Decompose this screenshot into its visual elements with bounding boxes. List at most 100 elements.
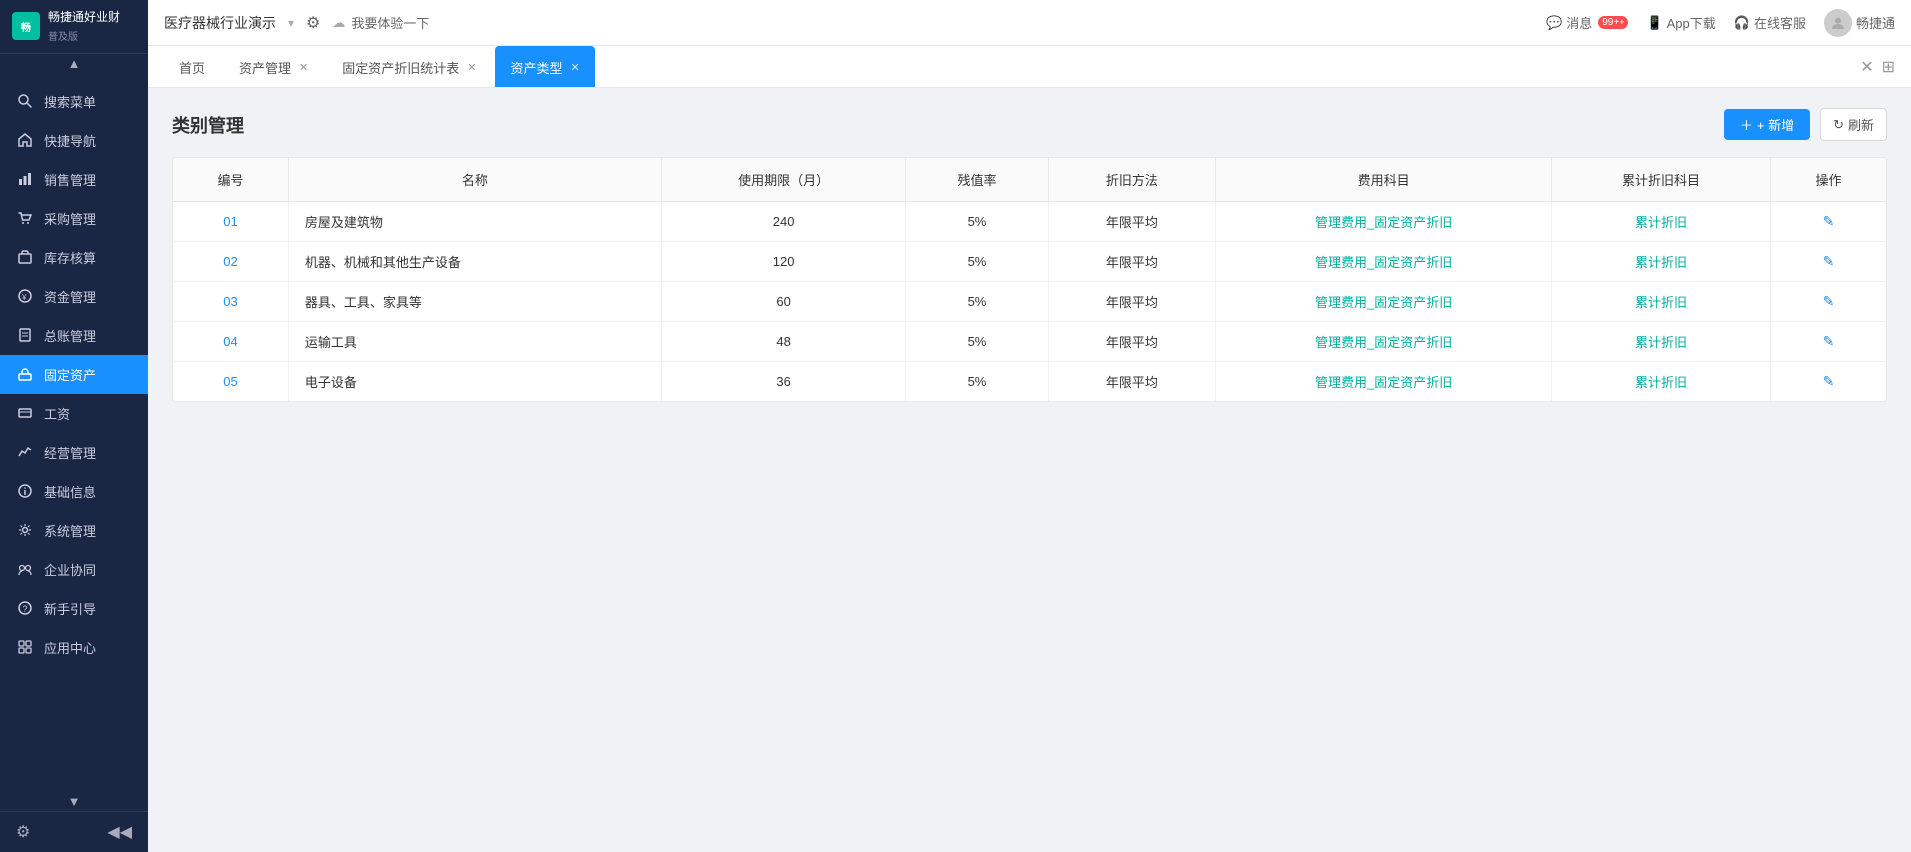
customer-service-button[interactable]: 🎧 在线客服 [1734, 13, 1806, 32]
sidebar-item-fixed-assets[interactable]: 固定资产 [0, 355, 148, 394]
cell-period-3: 48 [661, 322, 906, 362]
cell-id-2[interactable]: 03 [173, 282, 288, 322]
enterprise-icon [16, 560, 34, 578]
col-residual: 残值率 [906, 158, 1048, 202]
tab-home[interactable]: 首页 [164, 46, 220, 87]
cell-depreciation-0: 累计折旧 [1552, 202, 1771, 242]
cell-name-0: 房屋及建筑物 [288, 202, 661, 242]
module-dropdown-icon[interactable]: ▾ [288, 16, 294, 30]
sidebar-scroll-down[interactable]: ▼ [0, 791, 148, 811]
sales-icon [16, 170, 34, 188]
col-method: 折旧方法 [1048, 158, 1216, 202]
category-table: 编号 名称 使用期限（月） 残值率 折旧方法 费用科目 累计折旧科目 操作 01… [172, 157, 1887, 402]
module-settings-icon[interactable]: ⚙ [306, 13, 320, 33]
tab-asset-mgmt-close[interactable]: ✕ [299, 61, 308, 74]
fixed-assets-icon [16, 365, 34, 383]
sidebar-item-basic-info[interactable]: 基础信息 [0, 472, 148, 511]
cell-id-3[interactable]: 04 [173, 322, 288, 362]
sidebar-item-enterprise[interactable]: 企业协同 [0, 550, 148, 589]
tab-asset-type[interactable]: 资产类型 ✕ [495, 46, 594, 87]
module-title: 医疗器械行业演示 [164, 13, 276, 33]
sidebar-item-operations[interactable]: 经营管理 [0, 433, 148, 472]
table-header-row: 编号 名称 使用期限（月） 残值率 折旧方法 费用科目 累计折旧科目 操作 [173, 158, 1886, 202]
cell-residual-1: 5% [906, 242, 1048, 282]
close-tab-icon[interactable]: ✕ [1860, 57, 1873, 77]
collapse-sidebar-icon[interactable]: ◀◀ [107, 822, 132, 842]
main-content: 医疗器械行业演示 ▾ ⚙ ☁ 我要体验一下 💬 消息 99++ 📱 App下载 … [148, 0, 1911, 852]
sidebar-item-search[interactable]: 搜索菜单 [0, 82, 148, 121]
sidebar-nav: 搜索菜单 快捷导航 销售管理 采购管理 库存核算 [0, 74, 148, 791]
tab-depreciation-report[interactable]: 固定资产折旧统计表 ✕ [327, 46, 491, 87]
svg-text:¥: ¥ [21, 293, 27, 302]
sidebar-item-purchase[interactable]: 采购管理 [0, 199, 148, 238]
new-button[interactable]: ＋ + 新增 [1724, 109, 1810, 140]
table-row: 02 机器、机械和其他生产设备 120 5% 年限平均 管理费用_固定资产折旧 … [173, 242, 1886, 282]
cell-period-4: 36 [661, 362, 906, 402]
user-profile-button[interactable]: 畅捷通 [1824, 9, 1895, 37]
sidebar-item-general[interactable]: 总账管理 [0, 316, 148, 355]
cell-period-0: 240 [661, 202, 906, 242]
home-icon [16, 131, 34, 149]
cell-residual-2: 5% [906, 282, 1048, 322]
cell-depreciation-4: 累计折旧 [1552, 362, 1771, 402]
tab-asset-type-close[interactable]: ✕ [571, 61, 580, 74]
topbar: 医疗器械行业演示 ▾ ⚙ ☁ 我要体验一下 💬 消息 99++ 📱 App下载 … [148, 0, 1911, 46]
cell-expense-4: 管理费用_固定资产折旧 [1216, 362, 1552, 402]
refresh-button[interactable]: ↻ 刷新 [1820, 108, 1887, 141]
edit-icon-1[interactable]: ✎ [1823, 253, 1835, 269]
message-icon: 💬 [1546, 15, 1562, 31]
sidebar-item-quick-nav[interactable]: 快捷导航 [0, 121, 148, 160]
sidebar-item-sales[interactable]: 销售管理 [0, 160, 148, 199]
salary-icon [16, 404, 34, 422]
message-badge: 99++ [1598, 16, 1628, 29]
cell-method-2: 年限平均 [1048, 282, 1216, 322]
settings-icon[interactable]: ⚙ [16, 822, 30, 842]
sidebar-item-inventory[interactable]: 库存核算 [0, 238, 148, 277]
edit-icon-3[interactable]: ✎ [1823, 333, 1835, 349]
tabbar-actions: ✕ ⊞ [1860, 57, 1895, 77]
cell-id-1[interactable]: 02 [173, 242, 288, 282]
headset-icon: 🎧 [1734, 15, 1750, 31]
col-action: 操作 [1771, 158, 1886, 202]
table-row: 05 电子设备 36 5% 年限平均 管理费用_固定资产折旧 累计折旧 ✎ [173, 362, 1886, 402]
trial-button[interactable]: ☁ 我要体验一下 [332, 13, 429, 32]
svg-text:?: ? [23, 604, 28, 614]
cell-action-4: ✎ [1771, 362, 1886, 402]
sidebar-item-app-center[interactable]: 应用中心 [0, 628, 148, 667]
cell-method-1: 年限平均 [1048, 242, 1216, 282]
page-actions: ＋ + 新增 ↻ 刷新 [1724, 108, 1887, 141]
guide-icon: ? [16, 599, 34, 617]
cell-id-4[interactable]: 05 [173, 362, 288, 402]
cell-action-1: ✎ [1771, 242, 1886, 282]
sidebar-item-guide[interactable]: ? 新手引导 [0, 589, 148, 628]
cell-depreciation-2: 累计折旧 [1552, 282, 1771, 322]
cell-name-4: 电子设备 [288, 362, 661, 402]
app-logo-text: 畅捷通好业财 普及版 [48, 10, 120, 43]
table-row: 01 房屋及建筑物 240 5% 年限平均 管理费用_固定资产折旧 累计折旧 ✎ [173, 202, 1886, 242]
cell-residual-4: 5% [906, 362, 1048, 402]
sidebar: 畅 畅捷通好业财 普及版 ▲ 搜索菜单 快捷导航 销售管理 [0, 0, 148, 852]
edit-icon-4[interactable]: ✎ [1823, 373, 1835, 389]
cell-name-2: 器具、工具、家具等 [288, 282, 661, 322]
table-row: 04 运输工具 48 5% 年限平均 管理费用_固定资产折旧 累计折旧 ✎ [173, 322, 1886, 362]
edit-icon-0[interactable]: ✎ [1823, 213, 1835, 229]
expand-tab-icon[interactable]: ⊞ [1882, 57, 1895, 77]
search-icon [16, 92, 34, 110]
cell-id-0[interactable]: 01 [173, 202, 288, 242]
topbar-left: 医疗器械行业演示 ▾ ⚙ ☁ 我要体验一下 [164, 13, 429, 33]
page-header: 类别管理 ＋ + 新增 ↻ 刷新 [172, 108, 1887, 141]
message-button[interactable]: 💬 消息 99++ [1546, 13, 1628, 32]
app-download-button[interactable]: 📱 App下载 [1646, 13, 1715, 32]
cloud-icon: ☁ [332, 15, 345, 31]
sidebar-item-system[interactable]: 系统管理 [0, 511, 148, 550]
tab-depreciation-report-close[interactable]: ✕ [467, 61, 476, 74]
ledger-icon [16, 326, 34, 344]
cell-period-2: 60 [661, 282, 906, 322]
col-expense: 费用科目 [1216, 158, 1552, 202]
cell-method-0: 年限平均 [1048, 202, 1216, 242]
sidebar-item-funds[interactable]: ¥ 资金管理 [0, 277, 148, 316]
sidebar-item-salary[interactable]: 工资 [0, 394, 148, 433]
sidebar-scroll-up[interactable]: ▲ [0, 54, 148, 74]
tab-asset-mgmt[interactable]: 资产管理 ✕ [224, 46, 323, 87]
edit-icon-2[interactable]: ✎ [1823, 293, 1835, 309]
